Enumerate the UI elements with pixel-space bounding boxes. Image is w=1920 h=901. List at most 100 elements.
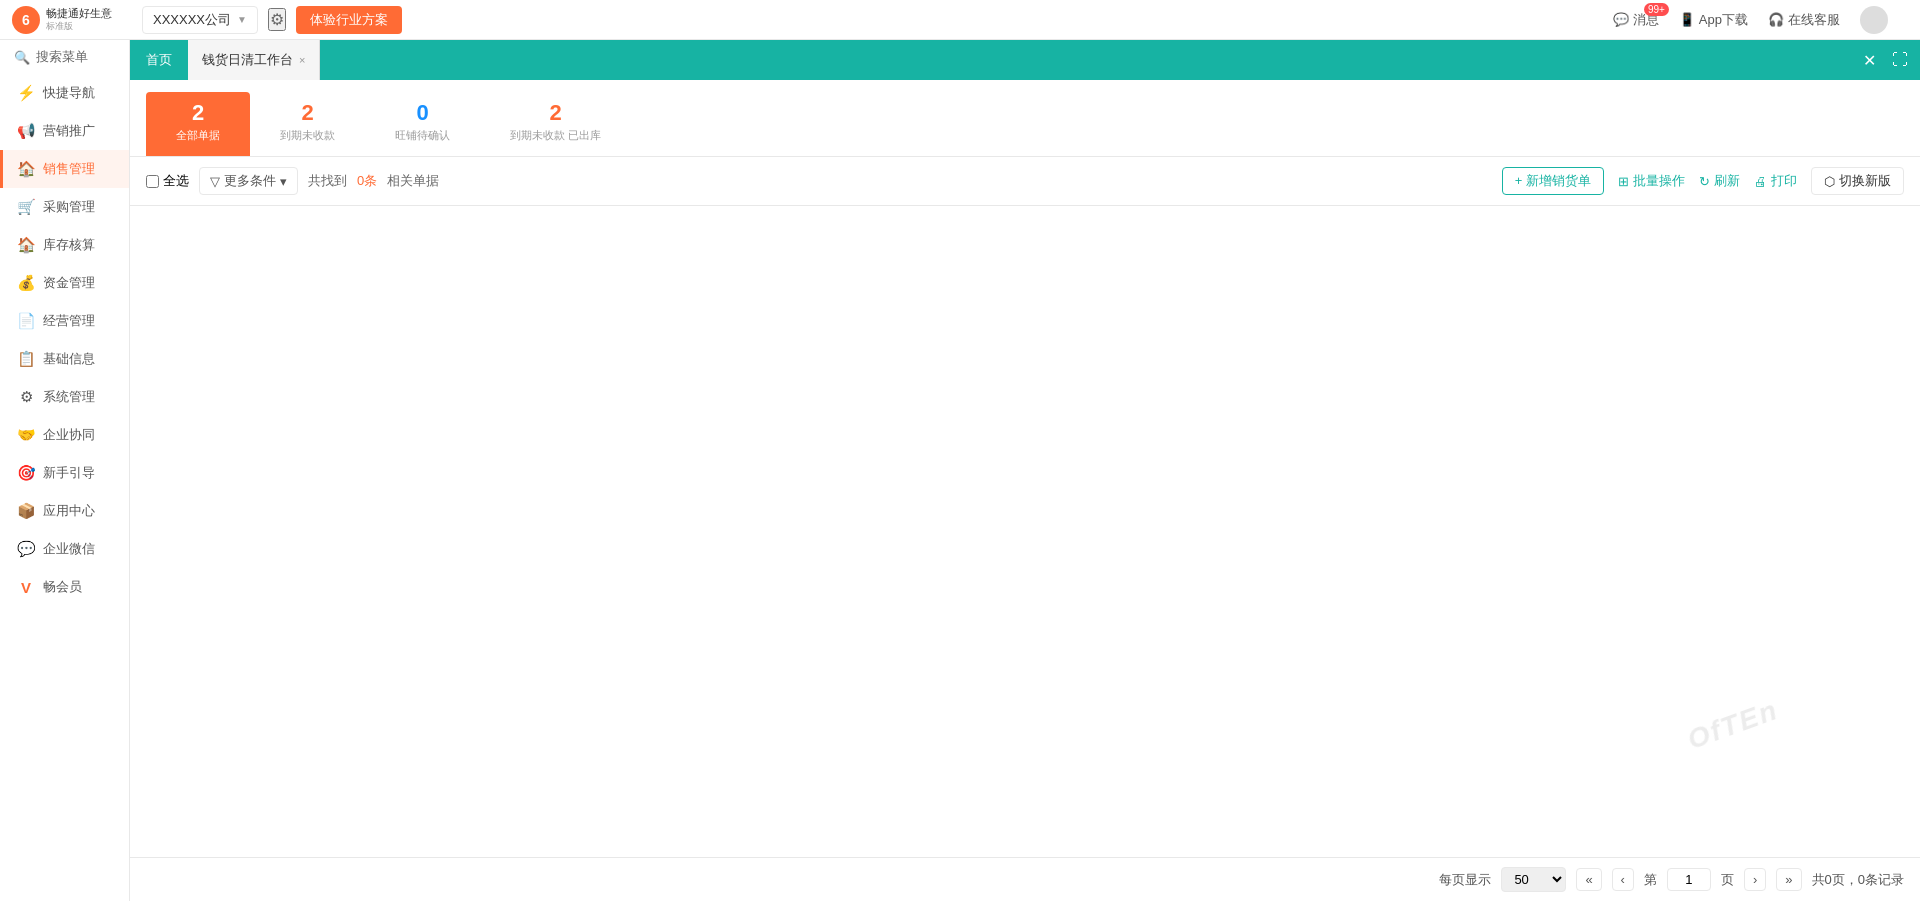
chevron-down-icon: ▼ [237, 14, 247, 25]
sidebar-item-label: 基础信息 [43, 350, 95, 368]
main-layout: 🔍 搜索菜单 ⚡ 快捷导航 📢 营销推广 🏠 销售管理 🛒 采购管理 🏠 库存核… [0, 40, 1920, 901]
sidebar-item-app-center[interactable]: 📦 应用中心 [0, 492, 129, 530]
filter-button[interactable]: ▽ 更多条件 ▾ [199, 167, 298, 195]
wecom-icon: 💬 [17, 540, 35, 558]
sidebar-item-operation[interactable]: 📄 经营管理 [0, 302, 129, 340]
sidebar-item-member[interactable]: V 畅会员 [0, 568, 129, 606]
sidebar-item-label: 系统管理 [43, 388, 95, 406]
message-badge: 99+ [1644, 3, 1669, 16]
tab-bar: 首页 钱货日清工作台 × ✕ ⛶ [130, 40, 1920, 80]
message-action[interactable]: 💬 消息 99+ [1613, 11, 1659, 29]
content-area: 首页 钱货日清工作台 × ✕ ⛶ 2 全部单据 2 到期未收款 [130, 40, 1920, 901]
switch-button[interactable]: ⬡ 切换新版 [1811, 167, 1904, 195]
page-content: 2 全部单据 2 到期未收款 0 旺铺待确认 2 到期未收款 已出库 [130, 80, 1920, 901]
switch-label: 切换新版 [1839, 172, 1891, 190]
company-name: XXXXXX公司 [153, 11, 231, 29]
toolbar-right: + 新增销货单 ⊞ 批量操作 ↻ 刷新 🖨 打印 ⬡ [1502, 167, 1904, 195]
stat-label-overdue: 到期未收款 [280, 128, 335, 143]
stat-tab-shipped[interactable]: 2 到期未收款 已出库 [480, 92, 631, 156]
member-icon: V [17, 579, 35, 596]
filter-arrow-icon: ▾ [280, 174, 287, 189]
company-selector[interactable]: XXXXXX公司 ▼ [142, 6, 258, 34]
per-page-select[interactable]: 50 [1501, 867, 1566, 892]
stat-tab-overdue[interactable]: 2 到期未收款 [250, 92, 365, 156]
message-icon: 💬 [1613, 12, 1629, 27]
batch-action[interactable]: ⊞ 批量操作 [1618, 172, 1685, 190]
prev-page-button[interactable]: ‹ [1612, 868, 1634, 891]
search-menu-item[interactable]: 🔍 搜索菜单 [0, 40, 129, 74]
result-suffix: 相关单据 [387, 172, 439, 190]
sidebar-item-label: 营销推广 [43, 122, 95, 140]
stat-tab-all[interactable]: 2 全部单据 [146, 92, 250, 156]
tab-home[interactable]: 首页 [130, 40, 188, 80]
service-icon: 🎧 [1768, 12, 1784, 27]
sidebar-item-purchase[interactable]: 🛒 采购管理 [0, 188, 129, 226]
sidebar-item-label: 资金管理 [43, 274, 95, 292]
tab-current[interactable]: 钱货日清工作台 × [188, 40, 320, 80]
refresh-label: 刷新 [1714, 172, 1740, 190]
app-badge: 标准版 [46, 20, 112, 33]
stat-count-shipped: 2 [549, 100, 561, 126]
page-label: 第 [1644, 871, 1657, 889]
sidebar-item-quick-nav[interactable]: ⚡ 快捷导航 [0, 74, 129, 112]
app-name: 畅捷通好生意 [46, 6, 112, 20]
sidebar-item-inventory[interactable]: 🏠 库存核算 [0, 226, 129, 264]
toolbar-left: 全选 ▽ 更多条件 ▾ 共找到 0条 相关单据 [146, 167, 439, 195]
app-download-action[interactable]: 📱 App下载 [1679, 11, 1748, 29]
top-header: 6 畅捷通好生意 标准版 XXXXXX公司 ▼ ⚙ 体验行业方案 💬 消息 99… [0, 0, 1920, 40]
stat-tab-pending[interactable]: 0 旺铺待确认 [365, 92, 480, 156]
result-text: 共找到 [308, 172, 347, 190]
sidebar-item-label: 新手引导 [43, 464, 95, 482]
online-service-action[interactable]: 🎧 在线客服 [1768, 11, 1840, 29]
total-records: 共0页，0条记录 [1812, 871, 1904, 889]
pagination: 每页显示 50 « ‹ 第 页 › » 共0页，0条记录 [130, 857, 1920, 901]
sidebar-item-system[interactable]: ⚙ 系统管理 [0, 378, 129, 416]
last-page-button[interactable]: » [1776, 868, 1801, 891]
logo-area: 6 畅捷通好生意 标准版 [12, 6, 142, 34]
sidebar-item-marketing[interactable]: 📢 营销推广 [0, 112, 129, 150]
stat-count-overdue: 2 [301, 100, 313, 126]
select-all-input[interactable] [146, 175, 159, 188]
sidebar-item-capital[interactable]: 💰 资金管理 [0, 264, 129, 302]
sidebar-item-sales[interactable]: 🏠 销售管理 [0, 150, 129, 188]
settings-icon[interactable]: ⚙ [268, 8, 286, 31]
select-all-checkbox[interactable]: 全选 [146, 172, 189, 190]
purchase-icon: 🛒 [17, 198, 35, 216]
inventory-icon: 🏠 [17, 236, 35, 254]
tab-expand-icon[interactable]: ⛶ [1888, 47, 1912, 73]
stats-tabs: 2 全部单据 2 到期未收款 0 旺铺待确认 2 到期未收款 已出库 [130, 80, 1920, 157]
new-sales-button[interactable]: + 新增销货单 [1502, 167, 1604, 195]
stat-label-pending: 旺铺待确认 [395, 128, 450, 143]
header-right: 💬 消息 99+ 📱 App下载 🎧 在线客服 [1613, 6, 1908, 34]
sidebar-item-wecom[interactable]: 💬 企业微信 [0, 530, 129, 568]
toolbar: 全选 ▽ 更多条件 ▾ 共找到 0条 相关单据 + 新增销货单 ⊞ 批量操作 [130, 157, 1920, 206]
filter-icon: ▽ [210, 174, 220, 189]
sidebar-item-guide[interactable]: 🎯 新手引导 [0, 454, 129, 492]
sidebar-item-label: 应用中心 [43, 502, 95, 520]
page-input[interactable] [1667, 868, 1711, 891]
filter-label: 更多条件 [224, 172, 276, 190]
print-action[interactable]: 🖨 打印 [1754, 172, 1797, 190]
close-icon[interactable]: × [299, 54, 305, 66]
stat-label-all: 全部单据 [176, 128, 220, 143]
avatar[interactable] [1860, 6, 1888, 34]
first-page-button[interactable]: « [1576, 868, 1601, 891]
sidebar: 🔍 搜索菜单 ⚡ 快捷导航 📢 营销推广 🏠 销售管理 🛒 采购管理 🏠 库存核… [0, 40, 130, 901]
tab-bar-right: ✕ ⛶ [1859, 47, 1920, 74]
table-area [130, 206, 1920, 857]
sales-icon: 🏠 [17, 160, 35, 178]
app-center-icon: 📦 [17, 502, 35, 520]
tab-close-icon[interactable]: ✕ [1859, 47, 1880, 74]
batch-icon: ⊞ [1618, 174, 1629, 189]
next-page-button[interactable]: › [1744, 868, 1766, 891]
sidebar-item-label: 库存核算 [43, 236, 95, 254]
basic-icon: 📋 [17, 350, 35, 368]
sidebar-item-enterprise[interactable]: 🤝 企业协同 [0, 416, 129, 454]
refresh-action[interactable]: ↻ 刷新 [1699, 172, 1740, 190]
print-label: 打印 [1771, 172, 1797, 190]
logo-text-area: 畅捷通好生意 标准版 [46, 6, 112, 33]
sidebar-item-basic[interactable]: 📋 基础信息 [0, 340, 129, 378]
experience-button[interactable]: 体验行业方案 [296, 6, 402, 34]
sidebar-item-label: 经营管理 [43, 312, 95, 330]
sidebar-item-label: 快捷导航 [43, 84, 95, 102]
